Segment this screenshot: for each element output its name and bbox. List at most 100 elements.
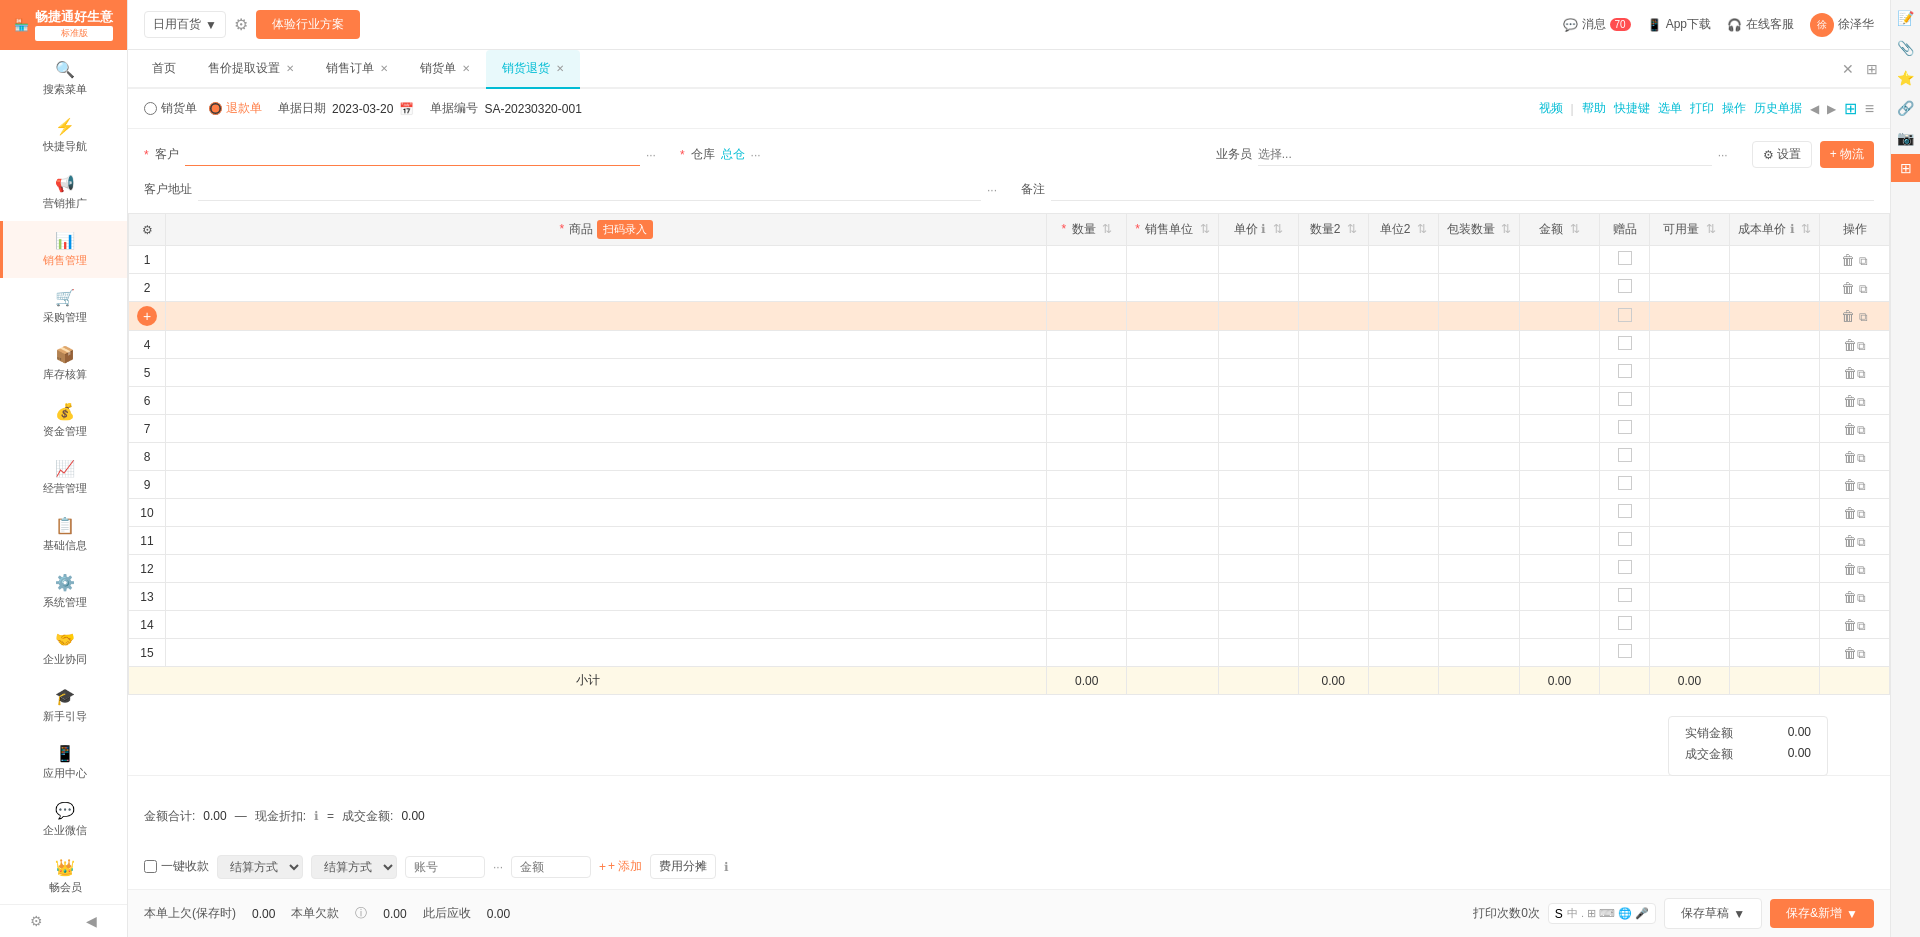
row-amount[interactable] xyxy=(1520,274,1600,302)
copy-row-btn[interactable]: ⧉ xyxy=(1859,282,1868,296)
message-item[interactable]: 💬 消息 70 xyxy=(1563,16,1631,33)
row-gift[interactable] xyxy=(1600,274,1650,302)
right-scan-btn[interactable]: 📷 xyxy=(1891,124,1920,152)
radio-return[interactable]: 退款单 xyxy=(209,100,262,117)
unit2-sort-icon[interactable]: ⇅ xyxy=(1417,222,1427,236)
row-unit2[interactable] xyxy=(1368,246,1438,274)
delete-row-btn[interactable]: 🗑 xyxy=(1843,561,1857,577)
row-cost[interactable] xyxy=(1730,274,1820,302)
row-qty2[interactable] xyxy=(1298,302,1368,331)
tab-sales[interactable]: 销货单 ✕ xyxy=(404,50,486,89)
th-settings[interactable]: ⚙ xyxy=(129,214,166,246)
delete-row-btn[interactable]: 🗑 xyxy=(1843,365,1857,381)
radio-sale-input[interactable] xyxy=(144,102,157,115)
delete-row-btn[interactable]: 🗑 xyxy=(1841,308,1855,324)
tab-return[interactable]: 销货退货 ✕ xyxy=(486,50,580,89)
print-link[interactable]: 打印 xyxy=(1690,100,1714,117)
account-input[interactable] xyxy=(405,856,485,878)
gift-checkbox[interactable] xyxy=(1618,420,1632,434)
row-unit[interactable] xyxy=(1127,274,1218,302)
delete-row-btn[interactable]: 🗑 xyxy=(1843,533,1857,549)
row-qty2[interactable] xyxy=(1298,274,1368,302)
warehouse-value[interactable]: 总仓 xyxy=(721,146,745,163)
tab-sales-close[interactable]: ✕ xyxy=(462,63,470,74)
collapse-btn[interactable]: ◀ xyxy=(86,913,97,929)
pkg-sort-icon[interactable]: ⇅ xyxy=(1501,222,1511,236)
sidebar-item-quick[interactable]: ⚡ 快捷导航 xyxy=(0,107,127,164)
tab-price-setting[interactable]: 售价提取设置 ✕ xyxy=(192,50,310,89)
sidebar-item-newbie[interactable]: 🎓 新手引导 xyxy=(0,677,127,734)
right-notes-btn[interactable]: 📝 xyxy=(1891,4,1920,32)
row-unit[interactable] xyxy=(1127,302,1218,331)
list-view-icon[interactable]: ≡ xyxy=(1865,100,1874,118)
tab-price-close[interactable]: ✕ xyxy=(286,63,294,74)
delete-row-btn[interactable]: 🗑 xyxy=(1843,337,1857,353)
settlement-select[interactable]: 结算方式 xyxy=(217,855,303,879)
gift-checkbox[interactable] xyxy=(1618,476,1632,490)
price-info-icon[interactable]: ℹ xyxy=(1261,222,1266,236)
online-service-item[interactable]: 🎧 在线客服 xyxy=(1727,16,1794,33)
sidebar-item-system[interactable]: ⚙️ 系统管理 xyxy=(0,563,127,620)
row-gift[interactable] xyxy=(1600,302,1650,331)
row-cost[interactable] xyxy=(1730,302,1820,331)
amount-input[interactable] xyxy=(511,856,591,878)
next-icon[interactable]: ▶ xyxy=(1827,102,1836,116)
unit-sort-icon[interactable]: ⇅ xyxy=(1200,222,1210,236)
copy-row-btn[interactable]: ⧉ xyxy=(1859,254,1868,268)
row-goods[interactable] xyxy=(166,302,1047,331)
remark-input[interactable] xyxy=(1051,178,1874,201)
shortcut-link[interactable]: 快捷键 xyxy=(1614,100,1650,117)
add-payment-btn[interactable]: + + 添加 xyxy=(599,858,642,875)
copy-row-btn[interactable]: ⧉ xyxy=(1857,423,1866,437)
right-star-btn[interactable]: ⭐ xyxy=(1891,64,1920,92)
row-goods[interactable] xyxy=(166,274,1047,302)
row-goods[interactable] xyxy=(166,246,1047,274)
row-price[interactable] xyxy=(1218,302,1298,331)
delete-row-btn[interactable]: 🗑 xyxy=(1843,617,1857,633)
sidebar-item-vip[interactable]: 👑 畅会员 xyxy=(0,848,127,904)
warehouse-dots[interactable]: ··· xyxy=(751,148,761,162)
delete-row-btn[interactable]: 🗑 xyxy=(1841,280,1855,296)
sidebar-item-search[interactable]: 🔍 搜索菜单 xyxy=(0,50,127,107)
copy-row-btn[interactable]: ⧉ xyxy=(1857,535,1866,549)
row-pkg[interactable] xyxy=(1438,246,1519,274)
row-unit[interactable] xyxy=(1127,246,1218,274)
settings-bottom-btn[interactable]: ⚙ xyxy=(30,913,43,929)
address-dots[interactable]: ··· xyxy=(987,183,997,197)
tab-sales-order-close[interactable]: ✕ xyxy=(380,63,388,74)
row-price[interactable] xyxy=(1218,274,1298,302)
copy-row-btn[interactable]: ⧉ xyxy=(1857,479,1866,493)
sidebar-item-inventory[interactable]: 📦 库存核算 xyxy=(0,335,127,392)
row-gift[interactable] xyxy=(1600,246,1650,274)
category-select[interactable]: 日用百货 ▼ xyxy=(144,11,226,38)
row-amount[interactable] xyxy=(1520,246,1600,274)
gift-checkbox[interactable] xyxy=(1618,251,1632,265)
row-unit2[interactable] xyxy=(1368,274,1438,302)
row-avail[interactable] xyxy=(1650,274,1730,302)
gift-checkbox[interactable] xyxy=(1618,560,1632,574)
delete-row-btn[interactable]: 🗑 xyxy=(1843,393,1857,409)
sidebar-item-basic[interactable]: 📋 基础信息 xyxy=(0,506,127,563)
delete-row-btn[interactable]: 🗑 xyxy=(1843,589,1857,605)
help-link[interactable]: 帮助 xyxy=(1582,100,1606,117)
grid-view-icon[interactable]: ⊞ xyxy=(1844,99,1857,118)
user-item[interactable]: 徐 徐泽华 xyxy=(1810,13,1874,37)
sidebar-item-wechat[interactable]: 💬 企业微信 xyxy=(0,791,127,848)
radio-return-input[interactable] xyxy=(209,102,222,115)
row-avail[interactable] xyxy=(1650,302,1730,331)
right-attach-btn[interactable]: 📎 xyxy=(1891,34,1920,62)
tab-return-close[interactable]: ✕ xyxy=(556,63,564,74)
video-link[interactable]: 视频 xyxy=(1539,100,1563,117)
gift-checkbox[interactable] xyxy=(1618,504,1632,518)
gift-checkbox[interactable] xyxy=(1618,644,1632,658)
settings-btn[interactable]: ⚙ 设置 xyxy=(1752,141,1812,168)
expand-tab-btn[interactable]: ⊞ xyxy=(1862,57,1882,81)
delete-row-btn[interactable]: 🗑 xyxy=(1843,505,1857,521)
amount-sort-icon[interactable]: ⇅ xyxy=(1570,222,1580,236)
sidebar-item-finance[interactable]: 💰 资金管理 xyxy=(0,392,127,449)
right-link-btn[interactable]: 🔗 xyxy=(1891,94,1920,122)
gift-checkbox[interactable] xyxy=(1618,588,1632,602)
delete-row-btn[interactable]: 🗑 xyxy=(1843,645,1857,661)
copy-row-btn[interactable]: ⧉ xyxy=(1857,563,1866,577)
app-download-item[interactable]: 📱 App下载 xyxy=(1647,16,1711,33)
